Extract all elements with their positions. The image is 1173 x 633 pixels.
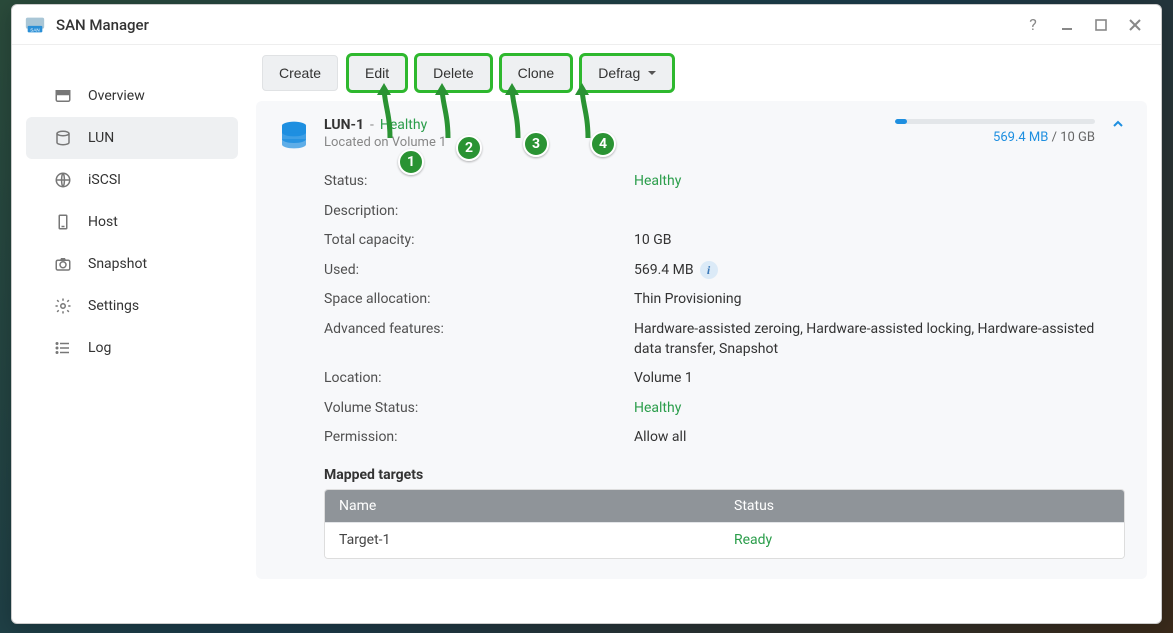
clone-button[interactable]: Clone [501, 55, 572, 91]
app-icon: SAN [24, 14, 46, 36]
mapped-targets-title: Mapped targets [324, 467, 1125, 483]
sidebar-item-label: Log [88, 340, 111, 356]
main-content: Create Edit Delete Clone Defrag 1 2 3 4 [252, 45, 1161, 623]
sidebar-item-host[interactable]: Host [26, 201, 238, 243]
col-name-header: Name [325, 498, 720, 514]
used-value: 569.4 MB i [634, 261, 1125, 281]
col-status-header: Status [720, 498, 1124, 514]
vol-status-value: Healthy [634, 399, 1125, 419]
host-icon [54, 212, 74, 232]
delete-button[interactable]: Delete [416, 55, 490, 91]
svg-text:SAN: SAN [30, 27, 39, 32]
usage-text: 569.4 MB / 10 GB [855, 130, 1095, 145]
location-value: Volume 1 [634, 369, 1125, 389]
target-name-cell: Target-1 [325, 532, 720, 548]
usage-used: 569.4 MB [993, 130, 1048, 145]
sidebar-item-overview[interactable]: Overview [26, 75, 238, 117]
toolbar: Create Edit Delete Clone Defrag [256, 55, 1147, 91]
total-capacity-label: Total capacity: [324, 231, 634, 251]
adv-features-value: Hardware-assisted zeroing, Hardware-assi… [634, 320, 1125, 359]
help-button[interactable]: ? [1019, 11, 1047, 39]
maximize-button[interactable] [1087, 11, 1115, 39]
sidebar-item-label: Overview [88, 88, 145, 104]
separator: - [370, 117, 374, 133]
total-capacity-value: 10 GB [634, 231, 1125, 251]
sidebar-item-label: iSCSI [88, 172, 121, 188]
edit-button[interactable]: Edit [348, 55, 406, 91]
usage-sep: / [1048, 130, 1060, 145]
sidebar-item-label: Settings [88, 298, 139, 314]
create-button[interactable]: Create [262, 55, 338, 91]
usage-progress [895, 119, 1095, 124]
status-value: Healthy [634, 172, 1125, 192]
lun-health: Healthy [380, 117, 427, 133]
sidebar-item-snapshot[interactable]: Snapshot [26, 243, 238, 285]
sidebar-item-label: Snapshot [88, 256, 147, 272]
app-title: SAN Manager [56, 16, 1013, 34]
target-status-cell: Ready [720, 532, 1124, 548]
disk-icon [54, 128, 74, 148]
dashboard-icon [54, 86, 74, 106]
table-row[interactable]: Target-1 Ready [325, 522, 1124, 558]
sidebar-item-settings[interactable]: Settings [26, 285, 238, 327]
location-label: Location: [324, 369, 634, 389]
lun-panel: 1 2 3 4 LUN-1 - Healthy [256, 101, 1147, 579]
sidebar-item-iscsi[interactable]: iSCSI [26, 159, 238, 201]
sidebar: Overview LUN iSCSI Host Snapshot Setting… [12, 45, 252, 623]
lun-location-sub: Located on Volume 1 [324, 135, 446, 150]
adv-features-label: Advanced features: [324, 320, 634, 359]
collapse-toggle[interactable] [1111, 117, 1125, 131]
permission-label: Permission: [324, 428, 634, 448]
sidebar-item-label: Host [88, 214, 118, 230]
description-label: Description: [324, 202, 634, 222]
defrag-button-label: Defrag [598, 65, 640, 81]
space-alloc-label: Space allocation: [324, 290, 634, 310]
table-header: Name Status [325, 490, 1124, 522]
vol-status-label: Volume Status: [324, 399, 634, 419]
list-icon [54, 338, 74, 358]
permission-value: Allow all [634, 428, 1125, 448]
title-bar: SAN SAN Manager ? [12, 5, 1161, 45]
description-value [634, 202, 1125, 222]
app-window: SAN SAN Manager ? Overview LUN iSCSI [11, 4, 1162, 624]
sidebar-item-log[interactable]: Log [26, 327, 238, 369]
camera-icon [54, 254, 74, 274]
sidebar-item-lun[interactable]: LUN [26, 117, 238, 159]
info-icon[interactable]: i [700, 261, 718, 279]
lun-name: LUN-1 [324, 117, 364, 133]
gear-icon [54, 296, 74, 316]
lun-details: Status:Healthy Description: Total capaci… [278, 167, 1125, 559]
status-label: Status: [324, 172, 634, 192]
usage-total: 10 GB [1060, 130, 1095, 145]
mapped-targets-table: Name Status Target-1 Ready [324, 489, 1125, 559]
globe-icon [54, 170, 74, 190]
close-button[interactable] [1121, 11, 1149, 39]
database-icon [278, 119, 310, 151]
sidebar-item-label: LUN [88, 130, 114, 146]
minimize-button[interactable] [1053, 11, 1081, 39]
used-label: Used: [324, 261, 634, 281]
used-value-text: 569.4 MB [634, 262, 694, 278]
usage-progress-fill [895, 119, 907, 124]
space-alloc-value: Thin Provisioning [634, 290, 1125, 310]
defrag-button[interactable]: Defrag [581, 55, 673, 91]
lun-header[interactable]: LUN-1 - Healthy Located on Volume 1 569.… [278, 117, 1125, 151]
